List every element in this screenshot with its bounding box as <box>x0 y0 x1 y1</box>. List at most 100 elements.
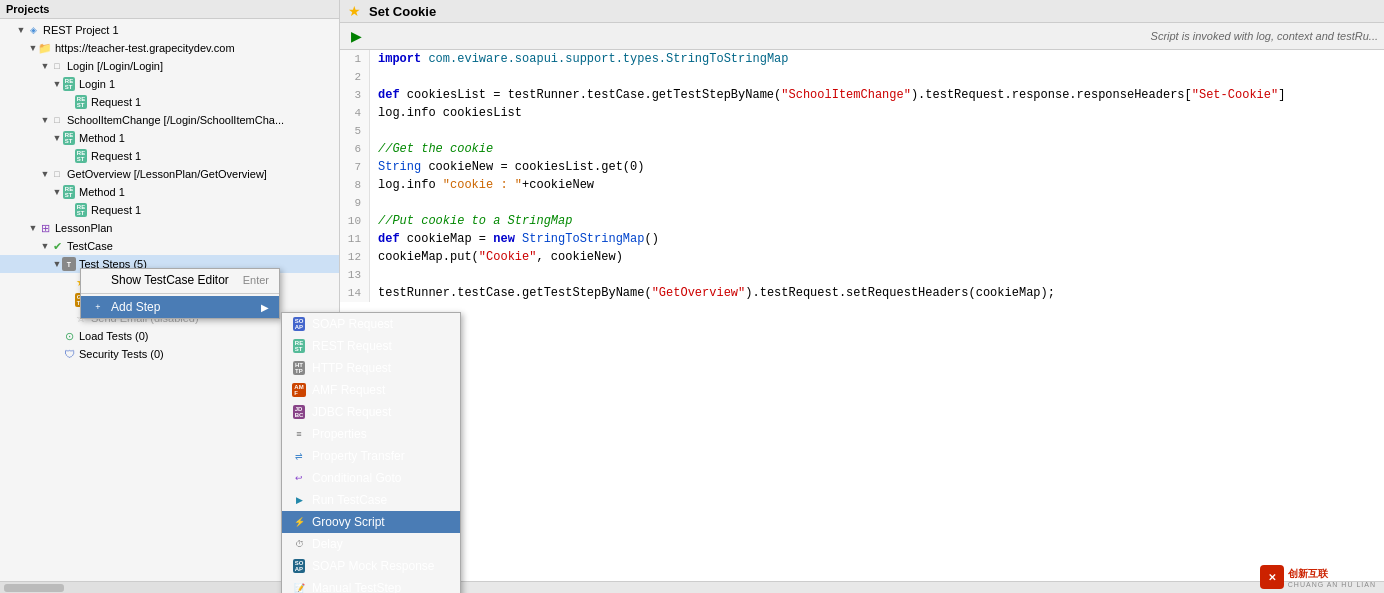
code-line-9: 9 <box>340 194 1384 212</box>
tree-item-getoverview-request[interactable]: ▷ REST Request 1 <box>0 201 339 219</box>
submenu-http-request[interactable]: HTTP HTTP Request <box>282 357 460 379</box>
submenu-delay[interactable]: ⏱ Delay <box>282 533 460 555</box>
rest-icon: REST <box>292 339 306 353</box>
expand-arrow: ▼ <box>40 61 50 71</box>
tree-label: REST Project 1 <box>43 24 119 36</box>
tree-label: Request 1 <box>91 150 141 162</box>
submenu-soap-request[interactable]: SOAP SOAP Request <box>282 313 460 335</box>
rest-req-icon: REST <box>74 95 88 109</box>
goto-icon: ↩ <box>292 471 306 485</box>
header-star-icon: ★ <box>348 3 361 19</box>
submenu-label: SOAP Request <box>312 317 393 331</box>
tree-item-lessonplan[interactable]: ▼ ⊞ LessonPlan <box>0 219 339 237</box>
tree-item-getoverview[interactable]: ▼ □ GetOverview [/LessonPlan/GetOverview… <box>0 165 339 183</box>
tree-label: TestCase <box>67 240 113 252</box>
expand-arrow: ▼ <box>52 79 62 89</box>
menu-add-step[interactable]: + Add Step ▶ SOAP SOAP Request REST REST… <box>81 296 279 318</box>
code-line-5: 5 <box>340 122 1384 140</box>
submenu-soap-mock-response[interactable]: SOAP SOAP Mock Response <box>282 555 460 577</box>
content-area: ★ Set Cookie ▶ Script is invoked with lo… <box>340 0 1384 593</box>
tree-item-schoolitem[interactable]: ▼ □ SchoolItemChange [/Login/SchoolItemC… <box>0 111 339 129</box>
expand-arrow: ▼ <box>28 223 38 233</box>
submenu-label: SOAP Mock Response <box>312 559 435 573</box>
submenu-label: HTTP Request <box>312 361 391 375</box>
logo-area: ✕ 创新互联 CHUANG AN HU LIAN <box>1260 565 1376 589</box>
manual-icon: 📝 <box>292 581 306 593</box>
folder-icon: 📁 <box>38 41 52 55</box>
editor-scrollbar[interactable] <box>340 581 1384 593</box>
code-line-6: 6 //Get the cookie <box>340 140 1384 158</box>
code-line-7: 7 String cookieNew = cookiesList.get(0) <box>340 158 1384 176</box>
submenu-label: REST Request <box>312 339 392 353</box>
submenu-rest-request[interactable]: REST REST Request <box>282 335 460 357</box>
tree-label: Method 1 <box>79 132 125 144</box>
submenu-label: Property Transfer <box>312 449 405 463</box>
expand-arrow: ▼ <box>52 187 62 197</box>
soap-icon: SOAP <box>292 317 306 331</box>
tree-item-testcase[interactable]: ▼ ✔ TestCase <box>0 237 339 255</box>
props-icon: ≡ <box>292 427 306 441</box>
tree-item-schoolitem-request[interactable]: ▷ REST Request 1 <box>0 147 339 165</box>
tree-label: https://teacher-test.grapecitydev.com <box>55 42 235 54</box>
submenu-conditional-goto[interactable]: ↩ Conditional Goto <box>282 467 460 489</box>
run-button[interactable]: ▶ <box>346 26 366 46</box>
http-icon: HTTP <box>292 361 306 375</box>
submenu: SOAP SOAP Request REST REST Request HTTP… <box>281 312 461 593</box>
submenu-label: Properties <box>312 427 367 441</box>
menu-item-label: Add Step <box>111 300 160 314</box>
menu-separator <box>81 293 279 294</box>
menu-show-testcase-editor[interactable]: Show TestCase Editor Enter <box>81 269 279 291</box>
mock-icon: SOAP <box>292 559 306 573</box>
context-menu: Show TestCase Editor Enter + Add Step ▶ … <box>80 268 280 319</box>
tree-item-schoolitem-method[interactable]: ▼ REST Method 1 <box>0 129 339 147</box>
submenu-property-transfer[interactable]: ⇌ Property Transfer <box>282 445 460 467</box>
tree-label: Login [/Login/Login] <box>67 60 163 72</box>
expand-arrow: ▼ <box>52 133 62 143</box>
tree-label: Request 1 <box>91 96 141 108</box>
rest-req-icon: REST <box>74 203 88 217</box>
scrollbar-thumb[interactable] <box>4 584 64 592</box>
expand-arrow: ▼ <box>40 115 50 125</box>
code-line-10: 10 //Put cookie to a StringMap <box>340 212 1384 230</box>
rest-req-icon: REST <box>74 149 88 163</box>
submenu-groovy-script[interactable]: ⚡ Groovy Script <box>282 511 460 533</box>
submenu-properties[interactable]: ≡ Properties <box>282 423 460 445</box>
submenu-label: Manual TestStep <box>312 581 401 593</box>
shortcut-label: Enter <box>243 274 269 286</box>
tree-item-login-request[interactable]: ▷ REST Request 1 <box>0 93 339 111</box>
submenu-label: Run TestCase <box>312 493 387 507</box>
submenu-jdbc-request[interactable]: JDBC JDBC Request <box>282 401 460 423</box>
code-line-3: 3 def cookiesList = testRunner.testCase.… <box>340 86 1384 104</box>
logo-text: 创新互联 CHUANG AN HU LIAN <box>1288 567 1376 588</box>
submenu-arrow: ▶ <box>261 302 269 313</box>
tree-item-getoverview-method[interactable]: ▼ REST Method 1 <box>0 183 339 201</box>
submenu-run-testcase[interactable]: ▶ Run TestCase <box>282 489 460 511</box>
logo-pinyin-text: CHUANG AN HU LIAN <box>1288 581 1376 588</box>
submenu-label: Groovy Script <box>312 515 385 529</box>
submenu-manual-teststep[interactable]: 📝 Manual TestStep <box>282 577 460 593</box>
code-line-4: 4 log.info cookiesList <box>340 104 1384 122</box>
run-icon: ▶ <box>292 493 306 507</box>
tree-label: Load Tests (0) <box>79 330 149 342</box>
toolbar-hint: Script is invoked with log, context and … <box>1151 30 1378 42</box>
tree-label: Method 1 <box>79 186 125 198</box>
editor-title: Set Cookie <box>369 4 436 19</box>
tree-item-rest-project[interactable]: ▼ ◈ REST Project 1 <box>0 21 339 39</box>
folder-icon: ⊞ <box>38 221 52 235</box>
code-line-13: 13 <box>340 266 1384 284</box>
submenu-label: Delay <box>312 537 343 551</box>
folder-icon: □ <box>50 113 64 127</box>
testcase-editor-icon <box>91 273 105 287</box>
tree-item-https[interactable]: ▼ 📁 https://teacher-test.grapecitydev.co… <box>0 39 339 57</box>
folder-icon: □ <box>50 167 64 181</box>
tree-label: SchoolItemChange [/Login/SchoolItemCha..… <box>67 114 284 126</box>
jdbc-icon: JDBC <box>292 405 306 419</box>
rest-method-icon: REST <box>62 185 76 199</box>
load-icon: ⊙ <box>62 329 76 343</box>
security-icon: 🛡 <box>62 347 76 361</box>
tree-item-login-method[interactable]: ▼ REST Login 1 <box>0 75 339 93</box>
code-line-8: 8 log.info "cookie : "+cookieNew <box>340 176 1384 194</box>
tree-item-login[interactable]: ▼ □ Login [/Login/Login] <box>0 57 339 75</box>
code-editor[interactable]: 1 import com.eviware.soapui.support.type… <box>340 50 1384 581</box>
submenu-amf-request[interactable]: AMF AMF Request <box>282 379 460 401</box>
